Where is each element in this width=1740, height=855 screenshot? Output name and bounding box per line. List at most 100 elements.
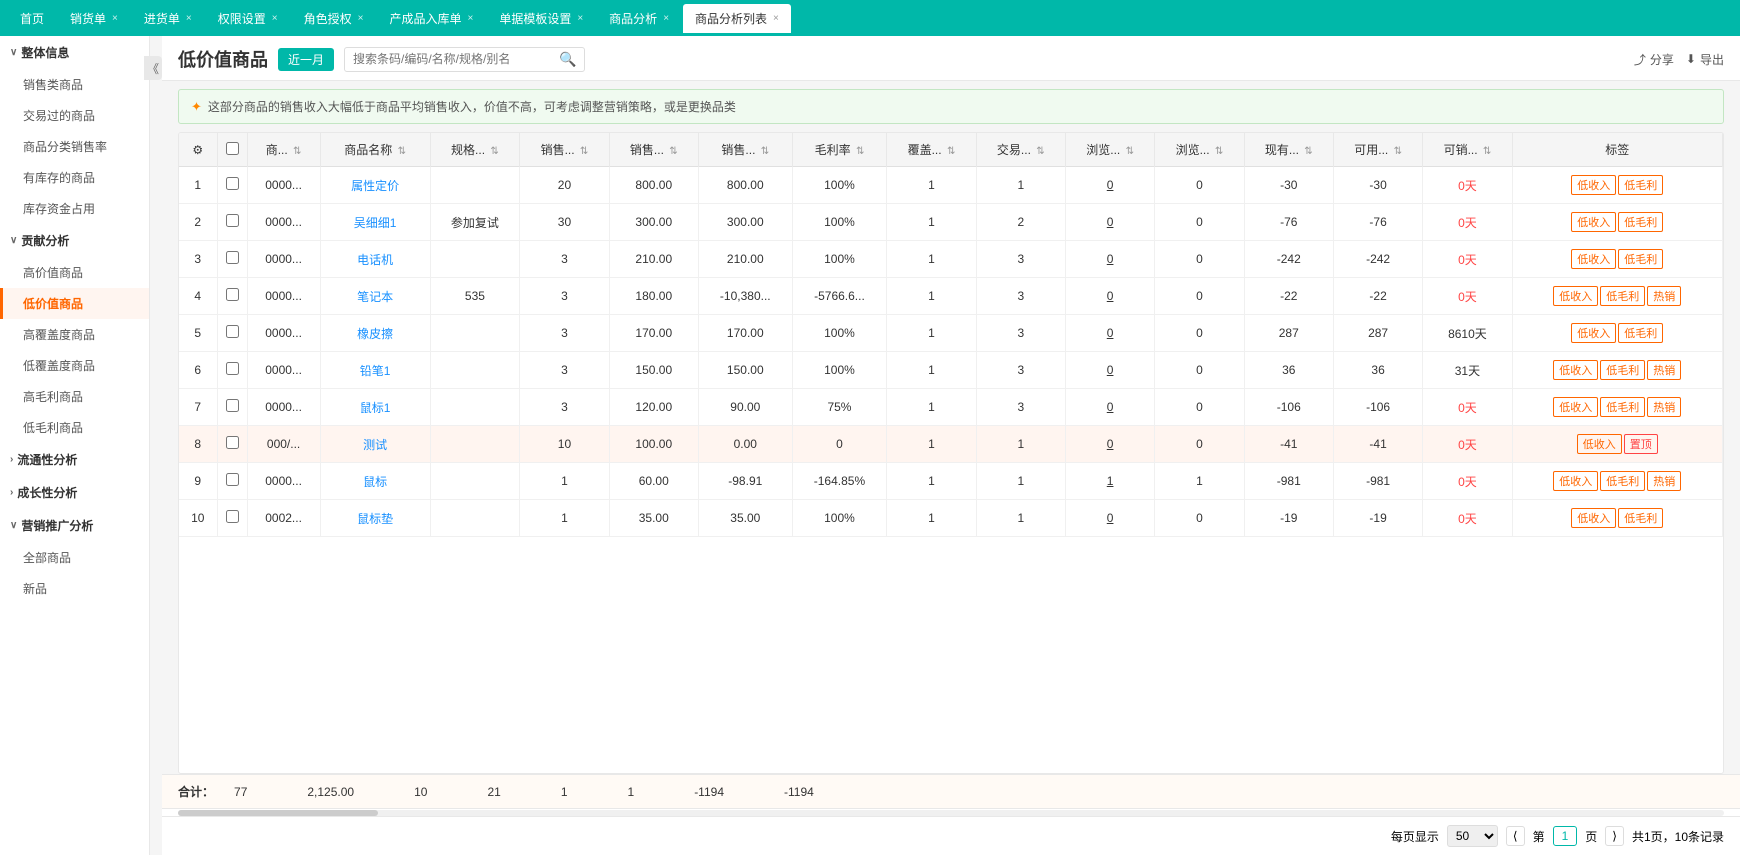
sidebar-group-contribution[interactable]: ∨ 贡献分析 — [0, 224, 149, 257]
sidebar-item-low-value[interactable]: 低价值商品 — [0, 288, 149, 319]
row-checkbox[interactable] — [226, 251, 239, 264]
tag-label: 热销 — [1647, 471, 1681, 491]
views-link[interactable]: 0 — [1107, 400, 1114, 414]
close-icon[interactable]: × — [577, 13, 583, 24]
row-sale-price: 180.00 — [609, 278, 698, 315]
next-page-button[interactable]: ⟩ — [1605, 826, 1624, 846]
row-checkbox[interactable] — [226, 473, 239, 486]
search-input[interactable] — [353, 52, 553, 66]
export-button[interactable]: ⬇ 导出 — [1686, 51, 1724, 68]
sidebar-item-low-coverage[interactable]: 低覆盖度商品 — [0, 350, 149, 381]
row-checkbox-cell[interactable] — [217, 241, 247, 278]
views-link[interactable]: 1 — [1107, 474, 1114, 488]
row-checkbox[interactable] — [226, 510, 239, 523]
row-checkbox[interactable] — [226, 362, 239, 375]
row-checkbox[interactable] — [226, 436, 239, 449]
sidebar-group-overall[interactable]: ∨ 整体信息 — [0, 36, 149, 69]
row-name[interactable]: 铅笔1 — [320, 352, 430, 389]
row-checkbox[interactable] — [226, 399, 239, 412]
share-button[interactable]: ⤴ 分享 — [1634, 51, 1674, 68]
sidebar-item-all-goods[interactable]: 全部商品 — [0, 542, 149, 573]
row-checkbox-cell[interactable] — [217, 500, 247, 537]
row-checkbox-cell[interactable] — [217, 278, 247, 315]
select-all-checkbox[interactable] — [226, 142, 239, 155]
row-checkbox[interactable] — [226, 288, 239, 301]
sidebar-group-marketing[interactable]: ∨ 营销推广分析 — [0, 509, 149, 542]
row-checkbox-cell[interactable] — [217, 463, 247, 500]
views-link[interactable]: 0 — [1107, 252, 1114, 266]
nav-template-settings[interactable]: 单据模板设置 × — [487, 4, 595, 33]
row-name[interactable]: 橡皮擦 — [320, 315, 430, 352]
close-icon[interactable]: × — [467, 13, 473, 24]
per-page-select[interactable]: 50 100 200 — [1447, 825, 1498, 847]
row-name[interactable]: 鼠标 — [320, 463, 430, 500]
views-link[interactable]: 0 — [1107, 289, 1114, 303]
nav-purchase-order[interactable]: 进货单 × — [132, 4, 204, 33]
row-views1[interactable]: 0 — [1065, 204, 1154, 241]
row-views1[interactable]: 0 — [1065, 315, 1154, 352]
row-checkbox-cell[interactable] — [217, 352, 247, 389]
row-views1[interactable]: 0 — [1065, 426, 1154, 463]
row-name[interactable]: 鼠标垫 — [320, 500, 430, 537]
row-views1[interactable]: 0 — [1065, 167, 1154, 204]
row-name[interactable]: 鼠标1 — [320, 389, 430, 426]
nav-sales-order[interactable]: 销货单 × — [58, 4, 130, 33]
row-checkbox[interactable] — [226, 214, 239, 227]
nav-finished-goods[interactable]: 产成品入库单 × — [377, 4, 485, 33]
row-name[interactable]: 电话机 — [320, 241, 430, 278]
row-name[interactable]: 吴细细1 — [320, 204, 430, 241]
nav-product-analysis[interactable]: 商品分析 × — [597, 4, 681, 33]
close-icon[interactable]: × — [112, 13, 118, 24]
nav-product-analysis-list[interactable]: 商品分析列表 × — [683, 4, 791, 33]
horizontal-scrollbar[interactable] — [162, 808, 1740, 816]
row-checkbox-cell[interactable] — [217, 426, 247, 463]
row-checkbox[interactable] — [226, 325, 239, 338]
views-link[interactable]: 0 — [1107, 178, 1114, 192]
row-checkbox-cell[interactable] — [217, 167, 247, 204]
nav-permissions[interactable]: 权限设置 × — [206, 4, 290, 33]
row-name[interactable]: 笔记本 — [320, 278, 430, 315]
row-checkbox-cell[interactable] — [217, 204, 247, 241]
nav-home[interactable]: 首页 — [8, 4, 56, 33]
close-icon[interactable]: × — [358, 13, 364, 24]
row-views1[interactable]: 0 — [1065, 241, 1154, 278]
sidebar-item-inventory-funds[interactable]: 库存资金占用 — [0, 193, 149, 224]
sidebar-item-stocked-goods[interactable]: 有库存的商品 — [0, 162, 149, 193]
row-name[interactable]: 测试 — [320, 426, 430, 463]
row-checkbox-cell[interactable] — [217, 389, 247, 426]
search-icon[interactable]: 🔍 — [559, 51, 576, 68]
sidebar-item-low-margin[interactable]: 低毛利商品 — [0, 412, 149, 443]
close-icon[interactable]: × — [663, 13, 669, 24]
row-name[interactable]: 属性定价 — [320, 167, 430, 204]
row-views1[interactable]: 1 — [1065, 463, 1154, 500]
sidebar-group-circulation[interactable]: › 流通性分析 — [0, 443, 149, 476]
row-views1[interactable]: 0 — [1065, 500, 1154, 537]
row-views1[interactable]: 0 — [1065, 278, 1154, 315]
sidebar-collapse-button[interactable]: 《 — [144, 56, 162, 80]
sidebar-item-new-goods[interactable]: 新品 — [0, 573, 149, 604]
col-settings[interactable]: ⚙ — [179, 133, 217, 167]
sidebar-item-high-margin[interactable]: 高毛利商品 — [0, 381, 149, 412]
nav-role-auth[interactable]: 角色授权 × — [292, 4, 376, 33]
sidebar-item-sales-goods[interactable]: 销售类商品 — [0, 69, 149, 100]
views-link[interactable]: 0 — [1107, 511, 1114, 525]
close-icon[interactable]: × — [186, 13, 192, 24]
views-link[interactable]: 0 — [1107, 326, 1114, 340]
row-checkbox-cell[interactable] — [217, 315, 247, 352]
scrollbar-thumb[interactable] — [178, 810, 378, 816]
row-views1[interactable]: 0 — [1065, 389, 1154, 426]
filter-recent-month-button[interactable]: 近一月 — [278, 48, 334, 71]
row-views1[interactable]: 0 — [1065, 352, 1154, 389]
row-checkbox[interactable] — [226, 177, 239, 190]
close-icon[interactable]: × — [773, 13, 779, 24]
sidebar-item-high-value[interactable]: 高价值商品 — [0, 257, 149, 288]
sidebar-item-high-coverage[interactable]: 高覆盖度商品 — [0, 319, 149, 350]
sidebar-item-category-sales-rate[interactable]: 商品分类销售率 — [0, 131, 149, 162]
views-link[interactable]: 0 — [1107, 437, 1114, 451]
close-icon[interactable]: × — [272, 13, 278, 24]
views-link[interactable]: 0 — [1107, 215, 1114, 229]
sidebar-group-growth[interactable]: › 成长性分析 — [0, 476, 149, 509]
first-page-button[interactable]: ⟨ — [1506, 826, 1525, 846]
views-link[interactable]: 0 — [1107, 363, 1114, 377]
sidebar-item-traded-goods[interactable]: 交易过的商品 — [0, 100, 149, 131]
